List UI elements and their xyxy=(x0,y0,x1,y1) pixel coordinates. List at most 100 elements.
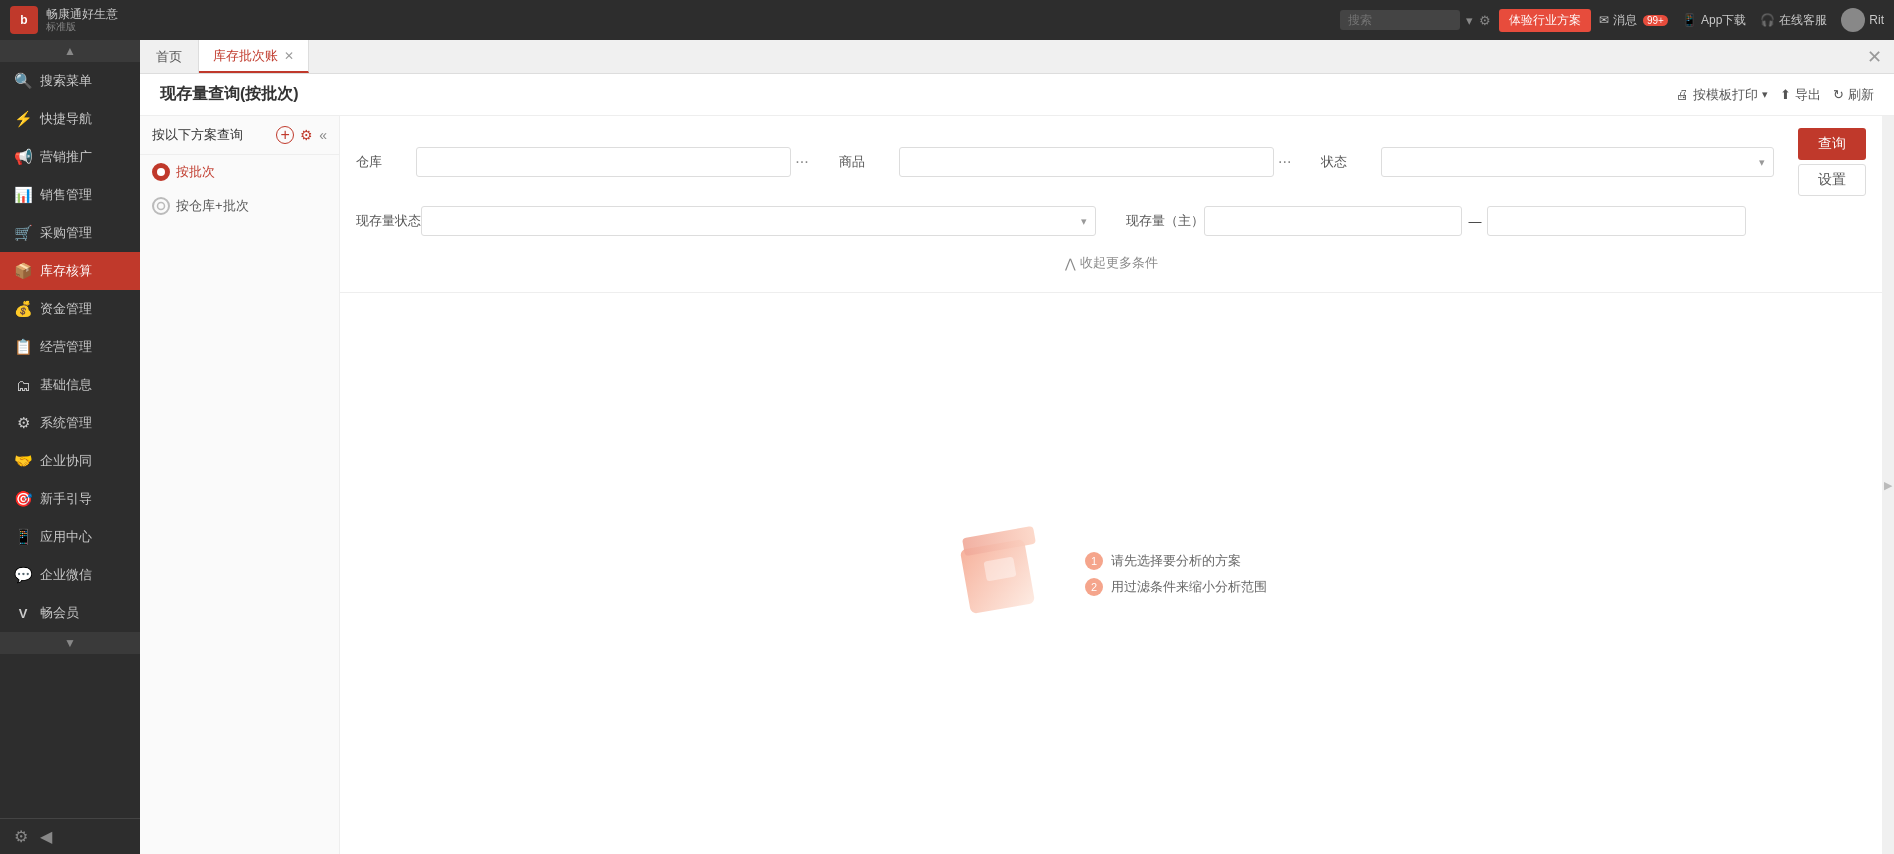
sales-icon: 📊 xyxy=(14,186,32,204)
top-bar: b 畅康通好生意 标准版 ▾ ⚙ 体验行业方案 ✉ 消息 99+ 📱 App下载… xyxy=(0,0,1894,40)
tab-inventory-batch[interactable]: 库存批次账 ✕ xyxy=(199,40,309,73)
warehouse-select[interactable] xyxy=(416,147,791,177)
sidebar: ▲ 🔍 搜索菜单 ⚡ 快捷导航 📢 营销推广 📊 销售管理 🛒 采购管理 📦 库… xyxy=(0,40,140,854)
status-label: 状态 xyxy=(1321,153,1381,171)
warehouse-label: 仓库 xyxy=(356,153,416,171)
sidebar-item-system[interactable]: ⚙ 系统管理 xyxy=(0,404,140,442)
stock-qty-min-input[interactable] xyxy=(1204,206,1462,236)
settings-icon[interactable]: ⚙ xyxy=(1479,13,1491,28)
print-dropdown-icon[interactable]: ▾ xyxy=(1762,88,1768,101)
user-menu[interactable]: Rit xyxy=(1841,8,1884,32)
message-icon: ✉ xyxy=(1599,13,1609,27)
stock-qty-max-input[interactable] xyxy=(1487,206,1745,236)
search-dropdown-icon[interactable]: ▾ xyxy=(1466,13,1473,28)
collapse-left-panel-btn[interactable]: « xyxy=(319,127,327,143)
headset-icon: 🎧 xyxy=(1760,13,1775,27)
scheme-icon-by-batch xyxy=(152,163,170,181)
sidebar-item-cooperation[interactable]: 🤝 企业协同 xyxy=(0,442,140,480)
stock-qty-filter: 现存量（主） — xyxy=(1126,206,1866,236)
refresh-action[interactable]: ↻ 刷新 xyxy=(1833,86,1874,104)
collapse-more-btn[interactable]: ⋀ 收起更多条件 xyxy=(356,246,1866,280)
app-logo: b xyxy=(10,6,38,34)
sidebar-item-sales[interactable]: 📊 销售管理 xyxy=(0,176,140,214)
tab-close-icon[interactable]: ✕ xyxy=(284,49,294,63)
query-btn[interactable]: 查询 xyxy=(1798,128,1866,160)
quick-nav-icon: ⚡ xyxy=(14,110,32,128)
basics-icon: 🗂 xyxy=(14,376,32,394)
sidebar-item-inventory[interactable]: 📦 库存核算 xyxy=(0,252,140,290)
warehouse-dots[interactable]: ··· xyxy=(795,153,808,171)
status-select[interactable]: ▾ xyxy=(1381,147,1774,177)
svg-point-1 xyxy=(158,203,165,210)
app-download-nav[interactable]: 📱 App下载 xyxy=(1682,12,1746,29)
status-filter: 状态 ▾ xyxy=(1321,147,1774,177)
online-service-nav[interactable]: 🎧 在线客服 xyxy=(1760,12,1827,29)
app-center-icon: 📱 xyxy=(14,528,32,546)
company-name: 畅康通好生意 xyxy=(46,7,118,21)
sidebar-scroll-up[interactable]: ▲ xyxy=(0,40,140,62)
wechat-icon: 💬 xyxy=(14,566,32,584)
avatar xyxy=(1841,8,1865,32)
top-search-input[interactable] xyxy=(1340,10,1460,30)
collapse-more-icon: ⋀ xyxy=(1065,256,1076,271)
sidebar-scroll-down[interactable]: ▼ xyxy=(0,632,140,654)
sidebar-collapse-icon[interactable]: ◀ xyxy=(40,827,52,846)
phone-icon: 📱 xyxy=(1682,13,1697,27)
sidebar-item-basics[interactable]: 🗂 基础信息 xyxy=(0,366,140,404)
sidebar-item-newbie[interactable]: 🎯 新手引导 xyxy=(0,480,140,518)
print-action[interactable]: 🖨 按模板打印 ▾ xyxy=(1676,86,1768,104)
username-label: Rit xyxy=(1869,13,1884,27)
print-icon: 🖨 xyxy=(1676,87,1689,102)
empty-tips: 1 请先选择要分析的方案 2 用过滤条件来缩小分析范围 xyxy=(1085,552,1267,596)
sidebar-item-finance[interactable]: 💰 资金管理 xyxy=(0,290,140,328)
empty-tip-2: 2 用过滤条件来缩小分析范围 xyxy=(1085,578,1267,596)
tip-num-1: 1 xyxy=(1085,552,1103,570)
sidebar-item-app-center[interactable]: 📱 应用中心 xyxy=(0,518,140,556)
sidebar-item-quick-nav[interactable]: ⚡ 快捷导航 xyxy=(0,100,140,138)
sidebar-item-wechat[interactable]: 💬 企业微信 xyxy=(0,556,140,594)
stock-status-filter: 现存量状态 ▾ xyxy=(356,206,1096,236)
scheme-settings-btn[interactable]: ⚙ xyxy=(300,127,313,143)
sidebar-item-operations[interactable]: 📋 经营管理 xyxy=(0,328,140,366)
scheme-icon-by-warehouse-batch xyxy=(152,197,170,215)
tab-bar-close-icon[interactable]: ✕ xyxy=(1855,46,1894,68)
scheme-item-by-warehouse-batch[interactable]: 按仓库+批次 xyxy=(140,189,339,223)
operations-icon: 📋 xyxy=(14,338,32,356)
edition-label: 标准版 xyxy=(46,21,118,33)
sidebar-bottom: ⚙ ◀ xyxy=(0,818,140,854)
stock-status-select[interactable]: ▾ xyxy=(421,206,1096,236)
sidebar-item-search-menu[interactable]: 🔍 搜索菜单 xyxy=(0,62,140,100)
left-panel-header: 按以下方案查询 + ⚙ « xyxy=(140,116,339,155)
product-select[interactable] xyxy=(899,147,1274,177)
stock-qty-dash: — xyxy=(1462,214,1487,229)
finance-icon: 💰 xyxy=(14,300,32,318)
product-dots[interactable]: ··· xyxy=(1278,153,1291,171)
warehouse-filter: 仓库 ··· xyxy=(356,147,809,177)
right-side-collapse[interactable]: ▶ xyxy=(1882,116,1894,854)
stock-status-label: 现存量状态 xyxy=(356,212,421,230)
trial-btn[interactable]: 体验行业方案 xyxy=(1499,9,1591,32)
refresh-icon: ↻ xyxy=(1833,87,1844,102)
sidebar-item-purchase[interactable]: 🛒 采购管理 xyxy=(0,214,140,252)
left-panel: 按以下方案查询 + ⚙ « 按批次 xyxy=(140,116,340,854)
add-scheme-btn[interactable]: + xyxy=(276,126,294,144)
export-action[interactable]: ⬆ 导出 xyxy=(1780,86,1821,104)
sidebar-settings-icon[interactable]: ⚙ xyxy=(14,827,28,846)
tab-bar: 首页 库存批次账 ✕ ✕ xyxy=(140,40,1894,74)
tab-home[interactable]: 首页 xyxy=(140,40,199,73)
empty-tip-1: 1 请先选择要分析的方案 xyxy=(1085,552,1267,570)
newbie-icon: 🎯 xyxy=(14,490,32,508)
cooperation-icon: 🤝 xyxy=(14,452,32,470)
sidebar-item-marketing[interactable]: 📢 营销推广 xyxy=(0,138,140,176)
scheme-item-by-batch[interactable]: 按批次 xyxy=(140,155,339,189)
sidebar-item-vip[interactable]: V 畅会员 xyxy=(0,594,140,632)
marketing-icon: 📢 xyxy=(14,148,32,166)
settings-btn[interactable]: 设置 xyxy=(1798,164,1866,196)
stock-qty-label: 现存量（主） xyxy=(1126,212,1204,230)
messages-nav[interactable]: ✉ 消息 99+ xyxy=(1599,12,1668,29)
page-title: 现存量查询(按批次) xyxy=(160,84,299,105)
system-icon: ⚙ xyxy=(14,414,32,432)
messages-badge: 99+ xyxy=(1643,15,1668,26)
status-dropdown-icon: ▾ xyxy=(1759,156,1765,169)
stock-status-dropdown-icon: ▾ xyxy=(1081,215,1087,228)
